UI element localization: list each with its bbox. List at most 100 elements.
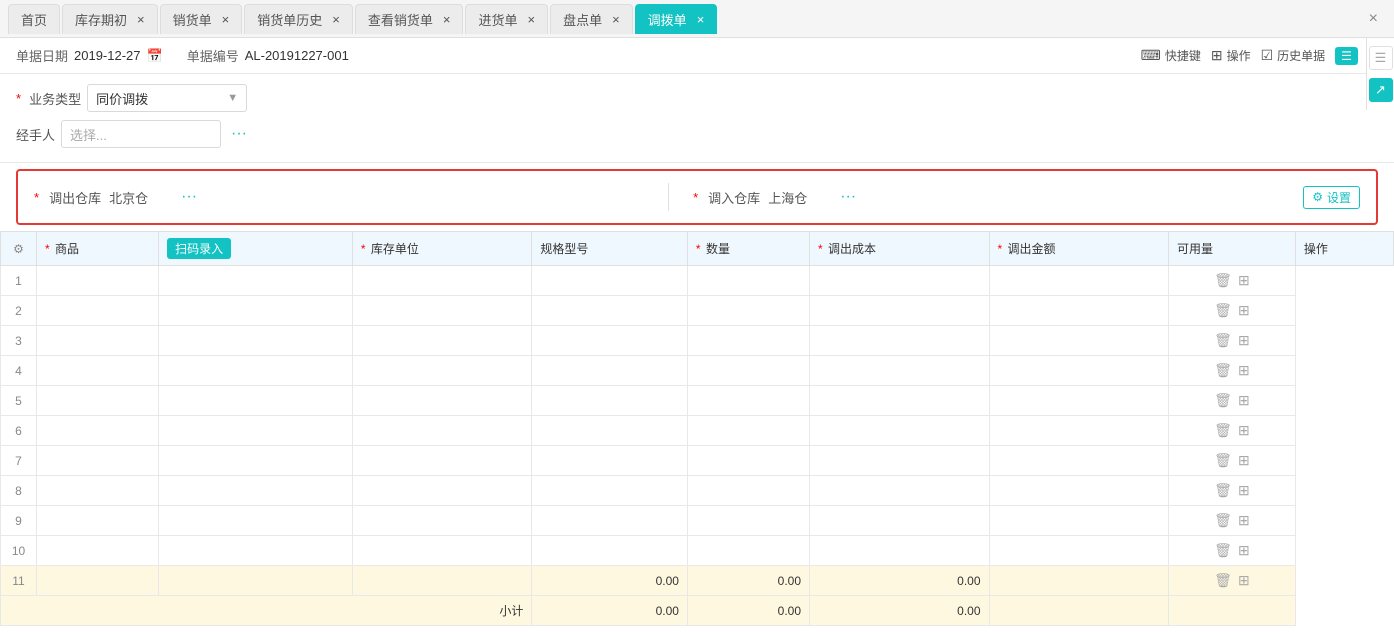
in-warehouse-more-btn[interactable]: ···: [840, 188, 856, 206]
amount-cell-8[interactable]: [810, 476, 990, 506]
product-cell-4[interactable]: [37, 356, 159, 386]
copy-icon-9[interactable]: ⊞: [1238, 512, 1250, 529]
delete-icon-6[interactable]: 🗑: [1214, 422, 1232, 439]
delete-icon-1[interactable]: 🗑: [1214, 272, 1232, 289]
cost-cell-10[interactable]: [687, 536, 809, 566]
available-cell-3[interactable]: [989, 326, 1169, 356]
qty-cell-6[interactable]: [532, 416, 688, 446]
delete-icon-10[interactable]: 🗑: [1214, 542, 1232, 559]
tab-purchase-close[interactable]: ×: [527, 12, 535, 27]
cost-cell-9[interactable]: [687, 506, 809, 536]
product-cell-7[interactable]: [37, 446, 159, 476]
product-cell-8[interactable]: [37, 476, 159, 506]
unit-cell-11[interactable]: [159, 566, 353, 596]
unit-cell-8[interactable]: [159, 476, 353, 506]
product-cell-2[interactable]: [37, 296, 159, 326]
unit-cell-4[interactable]: [159, 356, 353, 386]
qty-cell-8[interactable]: [532, 476, 688, 506]
handler-input[interactable]: 选择...: [61, 120, 221, 148]
amount-cell-10[interactable]: [810, 536, 990, 566]
unit-cell-2[interactable]: [159, 296, 353, 326]
right-panel-export-btn[interactable]: ↗: [1369, 78, 1393, 102]
product-cell-11[interactable]: [37, 566, 159, 596]
cost-cell-2[interactable]: [687, 296, 809, 326]
tab-transfer[interactable]: 调拨单 ×: [635, 4, 718, 34]
delete-icon-8[interactable]: 🗑: [1214, 482, 1232, 499]
view-toggle-btn[interactable]: ☰: [1335, 47, 1358, 65]
product-cell-9[interactable]: [37, 506, 159, 536]
amount-cell-9[interactable]: [810, 506, 990, 536]
spec-cell-11[interactable]: [352, 566, 532, 596]
spec-cell-4[interactable]: [352, 356, 532, 386]
copy-icon-6[interactable]: ⊞: [1238, 422, 1250, 439]
qty-cell-2[interactable]: [532, 296, 688, 326]
unit-cell-5[interactable]: [159, 386, 353, 416]
tab-inventory[interactable]: 盘点单 ×: [550, 4, 633, 34]
copy-icon-11[interactable]: ⊞: [1238, 572, 1250, 589]
copy-icon-8[interactable]: ⊞: [1238, 482, 1250, 499]
qty-cell-7[interactable]: [532, 446, 688, 476]
available-cell-2[interactable]: [989, 296, 1169, 326]
product-cell-3[interactable]: [37, 326, 159, 356]
copy-icon-1[interactable]: ⊞: [1238, 272, 1250, 289]
available-cell-9[interactable]: [989, 506, 1169, 536]
product-cell-1[interactable]: [37, 266, 159, 296]
cost-cell-11[interactable]: 0.00: [687, 566, 809, 596]
qty-cell-9[interactable]: [532, 506, 688, 536]
copy-icon-4[interactable]: ⊞: [1238, 362, 1250, 379]
unit-cell-10[interactable]: [159, 536, 353, 566]
unit-cell-7[interactable]: [159, 446, 353, 476]
spec-cell-2[interactable]: [352, 296, 532, 326]
qty-cell-3[interactable]: [532, 326, 688, 356]
unit-cell-9[interactable]: [159, 506, 353, 536]
delete-icon-5[interactable]: 🗑: [1214, 392, 1232, 409]
delete-icon-3[interactable]: 🗑: [1214, 332, 1232, 349]
spec-cell-10[interactable]: [352, 536, 532, 566]
right-panel-list-btn[interactable]: ☰: [1369, 46, 1393, 70]
delete-icon-2[interactable]: 🗑: [1214, 302, 1232, 319]
history-btn[interactable]: ☑ 历史单据: [1261, 47, 1326, 64]
qty-cell-10[interactable]: [532, 536, 688, 566]
amount-cell-7[interactable]: [810, 446, 990, 476]
copy-icon-10[interactable]: ⊞: [1238, 542, 1250, 559]
product-cell-6[interactable]: [37, 416, 159, 446]
available-cell-5[interactable]: [989, 386, 1169, 416]
spec-cell-7[interactable]: [352, 446, 532, 476]
qty-cell-1[interactable]: [532, 266, 688, 296]
cost-cell-1[interactable]: [687, 266, 809, 296]
tab-sales-history[interactable]: 销货单历史 ×: [244, 4, 353, 34]
available-cell-6[interactable]: [989, 416, 1169, 446]
spec-cell-1[interactable]: [352, 266, 532, 296]
tab-sales-history-close[interactable]: ×: [332, 12, 340, 27]
business-type-input[interactable]: 同价调拨 ▼: [87, 84, 247, 112]
cost-cell-6[interactable]: [687, 416, 809, 446]
available-cell-7[interactable]: [989, 446, 1169, 476]
unit-cell-1[interactable]: [159, 266, 353, 296]
qty-cell-4[interactable]: [532, 356, 688, 386]
setting-button[interactable]: ⚙ 设置: [1303, 186, 1360, 209]
tab-sales-order[interactable]: 销货单 ×: [160, 4, 243, 34]
delete-icon-9[interactable]: 🗑: [1214, 512, 1232, 529]
spec-cell-9[interactable]: [352, 506, 532, 536]
amount-cell-1[interactable]: [810, 266, 990, 296]
spec-cell-3[interactable]: [352, 326, 532, 356]
tab-view-sales-close[interactable]: ×: [443, 12, 451, 27]
cost-cell-8[interactable]: [687, 476, 809, 506]
tab-sales-order-close[interactable]: ×: [222, 12, 230, 27]
scan-btn[interactable]: 扫码录入: [167, 238, 231, 259]
spec-cell-6[interactable]: [352, 416, 532, 446]
shortcut-btn[interactable]: ⌨ 快捷键: [1141, 47, 1201, 64]
tab-inventory-close[interactable]: ×: [612, 12, 620, 27]
spec-cell-8[interactable]: [352, 476, 532, 506]
available-cell-11[interactable]: [989, 566, 1169, 596]
tab-home[interactable]: 首页: [8, 4, 60, 34]
product-cell-10[interactable]: [37, 536, 159, 566]
amount-cell-11[interactable]: 0.00: [810, 566, 990, 596]
spec-cell-5[interactable]: [352, 386, 532, 416]
amount-cell-5[interactable]: [810, 386, 990, 416]
available-cell-8[interactable]: [989, 476, 1169, 506]
cost-cell-3[interactable]: [687, 326, 809, 356]
tab-stock-init[interactable]: 库存期初 ×: [62, 4, 158, 34]
available-cell-4[interactable]: [989, 356, 1169, 386]
cost-cell-4[interactable]: [687, 356, 809, 386]
